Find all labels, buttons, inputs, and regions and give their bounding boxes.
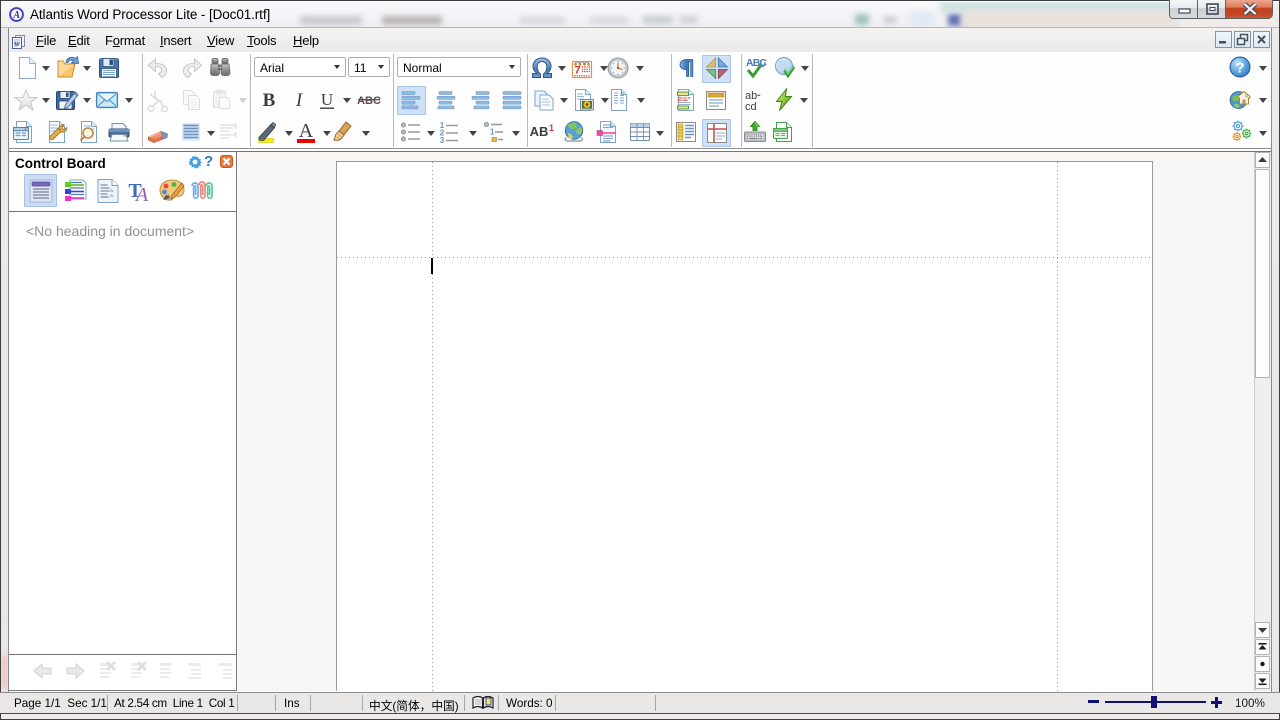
svg-text:cd: cd [745, 101, 757, 112]
svg-text:3: 3 [440, 136, 445, 144]
svg-text:ABC: ABC [746, 57, 767, 69]
svg-text:-: - [757, 89, 761, 101]
svg-text:B: B [263, 90, 276, 111]
svg-text:A: A [299, 120, 314, 142]
svg-text:U: U [321, 90, 333, 109]
svg-text:1: 1 [549, 123, 554, 133]
svg-text:1: 1 [490, 128, 495, 137]
svg-text:ABC: ABC [357, 95, 381, 107]
svg-text:AB: AB [530, 124, 548, 139]
svg-text:I: I [295, 90, 304, 111]
svg-text:7: 7 [574, 65, 580, 77]
svg-text:?: ? [1235, 60, 1244, 77]
